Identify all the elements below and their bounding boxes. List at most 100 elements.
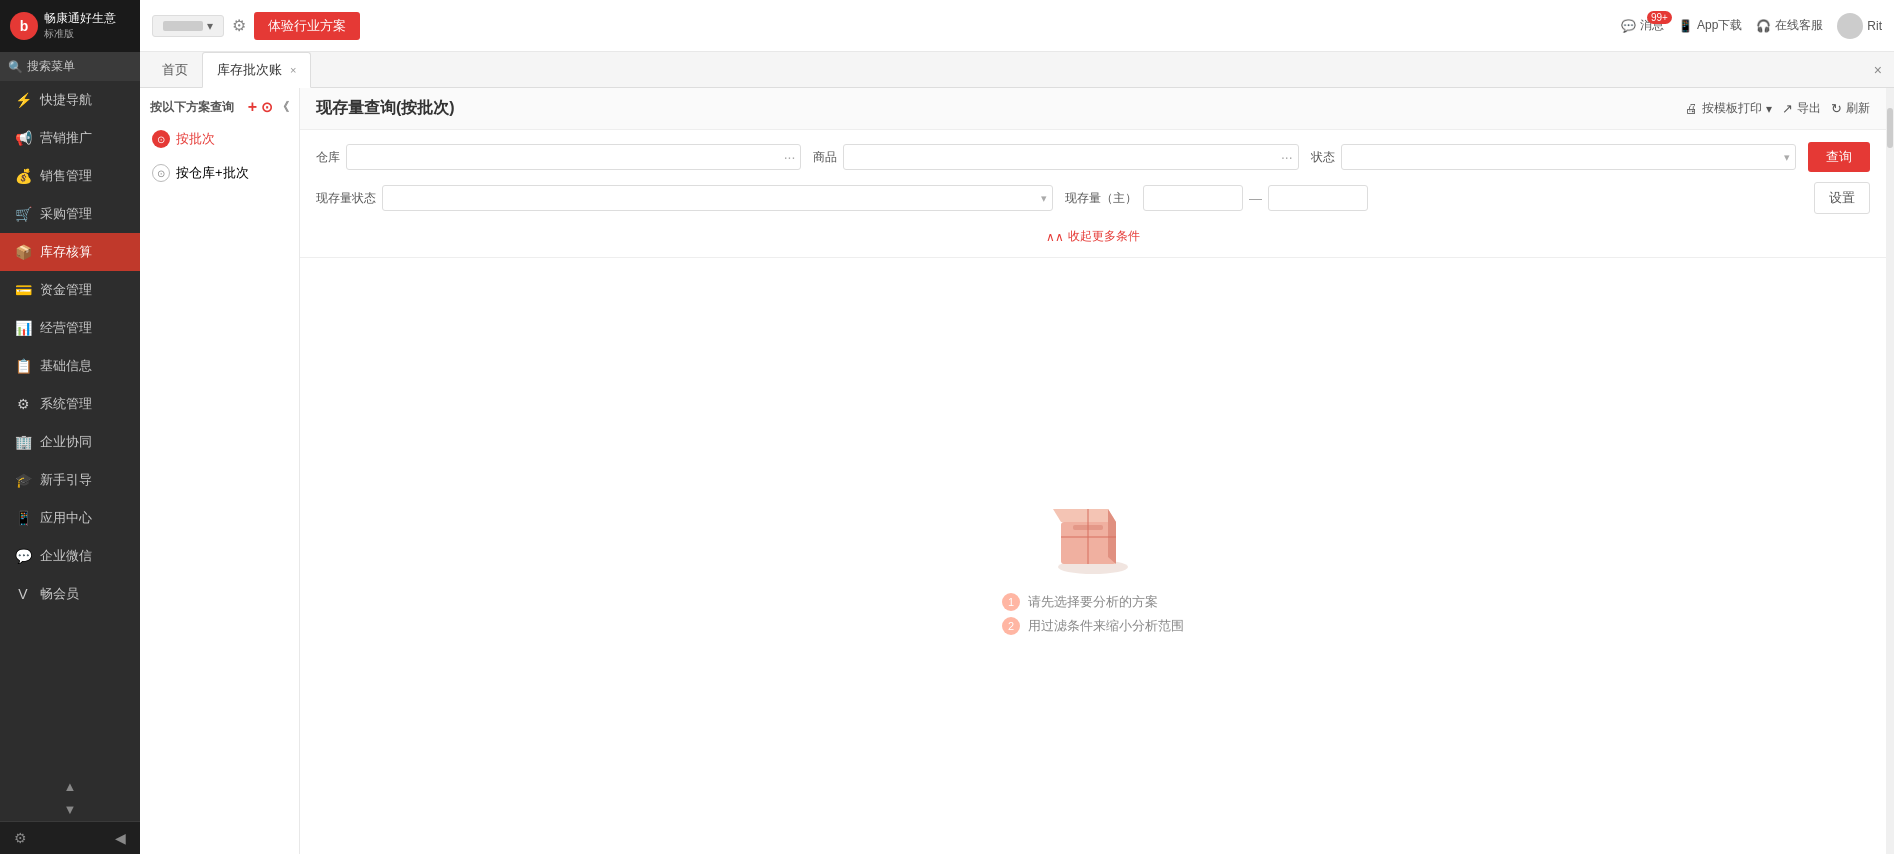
query-btn[interactable]: 查询	[1808, 142, 1870, 172]
sidebar-item-newbie[interactable]: 🎓 新手引导	[0, 461, 140, 499]
svg-marker-2	[1053, 509, 1116, 522]
breadcrumb-dropdown-icon[interactable]: ▾	[207, 19, 213, 33]
refresh-label: 刷新	[1846, 100, 1870, 117]
collapse-filter-btn[interactable]: ∧∧ 收起更多条件	[1046, 228, 1140, 245]
sidebar-search[interactable]: 🔍 搜索菜单	[0, 52, 140, 81]
sidebar-item-operation[interactable]: 📊 经营管理	[0, 309, 140, 347]
nav-icon-enterprise: 🏢	[14, 433, 32, 451]
sidebar-item-inventory[interactable]: 📦 库存核算	[0, 233, 140, 271]
sidebar-item-purchase[interactable]: 🛒 采购管理	[0, 195, 140, 233]
product-field: 商品 ···	[813, 144, 1298, 170]
messages-btn[interactable]: 💬 消息 99+	[1621, 17, 1664, 34]
add-scheme-btn[interactable]: +	[248, 98, 257, 116]
app-download-btn[interactable]: 📱 App下载	[1678, 17, 1742, 34]
search-icon: 🔍	[8, 60, 23, 74]
refresh-icon: ↻	[1831, 101, 1842, 116]
status-label: 状态	[1311, 149, 1335, 166]
export-btn[interactable]: ↗ 导出	[1782, 100, 1821, 117]
tab-inventory-batch[interactable]: 库存批次账 ×	[202, 52, 311, 88]
sidebar-header: b 畅康通好生意 标准版	[0, 0, 140, 52]
empty-svg	[1043, 477, 1143, 577]
stock-qty-label: 现存量（主）	[1065, 190, 1137, 207]
filter-row-2: 现存量状态 ▾ 现存量（主） —	[316, 182, 1870, 214]
right-scrollbar[interactable]	[1886, 88, 1894, 854]
nav-label-operation: 经营管理	[40, 319, 92, 337]
scheme-settings-btn[interactable]: ⊙	[261, 99, 273, 115]
sidebar-item-basic[interactable]: 📋 基础信息	[0, 347, 140, 385]
nav-label-sales: 销售管理	[40, 167, 92, 185]
user-avatar	[1837, 13, 1863, 39]
nav-icon-marketing: 📢	[14, 129, 32, 147]
service-btn[interactable]: 🎧 在线客服	[1756, 17, 1823, 34]
sidebar-item-app-center[interactable]: 📱 应用中心	[0, 499, 140, 537]
sidebar-scroll-down[interactable]: ▼	[0, 798, 140, 821]
warehouse-input[interactable]	[346, 144, 801, 170]
tab-panel-close-icon[interactable]: ×	[1870, 58, 1886, 82]
filter-area: 仓库 ··· 商品 ···	[300, 130, 1886, 258]
sidebar-item-quick-nav[interactable]: ⚡ 快捷导航	[0, 81, 140, 119]
nav-label-app: 应用中心	[40, 509, 92, 527]
scheme-item-by-batch[interactable]: ⊙ 按批次	[140, 122, 299, 156]
content-area: 按以下方案查询 + ⊙ 《 ⊙ 按批次 ⊙ 按仓库+批次 现存量查询(按批次)	[140, 88, 1894, 854]
sidebar-item-finance[interactable]: 💳 资金管理	[0, 271, 140, 309]
product-dots-icon[interactable]: ···	[1281, 149, 1293, 165]
empty-state: 1 请先选择要分析的方案 2 用过滤条件来缩小分析范围	[300, 258, 1886, 854]
nav-label-inventory: 库存核算	[40, 243, 92, 261]
topbar-settings-icon[interactable]: ⚙	[228, 12, 250, 39]
sidebar-scroll-up[interactable]: ▲	[0, 775, 140, 798]
nav-icon-system: ⚙	[14, 395, 32, 413]
stock-qty-max-input[interactable]	[1268, 185, 1368, 211]
nav-label-enterprise: 企业协同	[40, 433, 92, 451]
hint-text-1: 请先选择要分析的方案	[1028, 593, 1158, 611]
sidebar-footer: ⚙ ◀	[0, 821, 140, 854]
stock-qty-field: 现存量（主） —	[1065, 185, 1802, 211]
sidebar-item-vip[interactable]: V 畅会员	[0, 575, 140, 613]
nav-label-basic: 基础信息	[40, 357, 92, 375]
stock-qty-dash: —	[1243, 191, 1268, 206]
sidebar-item-enterprise[interactable]: 🏢 企业协同	[0, 423, 140, 461]
left-panel-collapse-btn[interactable]: 《	[277, 99, 289, 116]
settings-icon[interactable]: ⚙	[14, 830, 27, 846]
nav-icon-inventory: 📦	[14, 243, 32, 261]
tab-home[interactable]: 首页	[148, 52, 202, 88]
industry-btn[interactable]: 体验行业方案	[254, 12, 360, 40]
hint-text-2: 用过滤条件来缩小分析范围	[1028, 617, 1184, 635]
scrollbar-thumb	[1887, 108, 1893, 148]
hint-num-1: 1	[1002, 593, 1020, 611]
main-area: ▾ ⚙ 体验行业方案 💬 消息 99+ 📱 App下载 🎧 在线客服 Rit	[140, 0, 1894, 854]
sidebar-item-marketing[interactable]: 📢 营销推广	[0, 119, 140, 157]
breadcrumb[interactable]: ▾	[152, 15, 224, 37]
nav-label-marketing: 营销推广	[40, 129, 92, 147]
sidebar-item-sales[interactable]: 💰 销售管理	[0, 157, 140, 195]
status-select[interactable]	[1341, 144, 1796, 170]
app-info: 畅康通好生意 标准版	[44, 11, 116, 41]
nav-label-purchase: 采购管理	[40, 205, 92, 223]
user-name: Rit	[1867, 19, 1882, 33]
collapse-sidebar-icon[interactable]: ◀	[115, 830, 126, 846]
product-input[interactable]	[843, 144, 1298, 170]
refresh-btn[interactable]: ↻ 刷新	[1831, 100, 1870, 117]
breadcrumb-text	[163, 21, 203, 31]
scheme-item-by-warehouse-batch[interactable]: ⊙ 按仓库+批次	[140, 156, 299, 190]
stock-status-field: 现存量状态 ▾	[316, 185, 1053, 211]
search-label: 搜索菜单	[27, 58, 75, 75]
nav-icon-quick: ⚡	[14, 91, 32, 109]
warehouse-dots-icon[interactable]: ···	[784, 149, 796, 165]
nav-icon-newbie: 🎓	[14, 471, 32, 489]
user-menu[interactable]: Rit	[1837, 13, 1882, 39]
warehouse-field: 仓库 ···	[316, 144, 801, 170]
sidebar-item-wechat[interactable]: 💬 企业微信	[0, 537, 140, 575]
sidebar-item-system[interactable]: ⚙ 系统管理	[0, 385, 140, 423]
stock-status-select[interactable]	[382, 185, 1053, 211]
tab-close-icon[interactable]: ×	[290, 64, 296, 76]
left-panel-header: 按以下方案查询 + ⊙ 《	[140, 88, 299, 122]
status-field: 状态 ▾	[1311, 144, 1796, 170]
nav-icon-sales: 💰	[14, 167, 32, 185]
settings-btn[interactable]: 设置	[1814, 182, 1870, 214]
topbar-nav: ▾ ⚙ 体验行业方案	[152, 12, 1613, 40]
stock-status-select-wrap: ▾	[382, 185, 1053, 211]
stock-qty-min-input[interactable]	[1143, 185, 1243, 211]
print-btn[interactable]: 🖨 按模板打印 ▾	[1685, 100, 1772, 117]
right-panel: 现存量查询(按批次) 🖨 按模板打印 ▾ ↗ 导出 ↻ 刷新	[300, 88, 1886, 854]
warehouse-label: 仓库	[316, 149, 340, 166]
